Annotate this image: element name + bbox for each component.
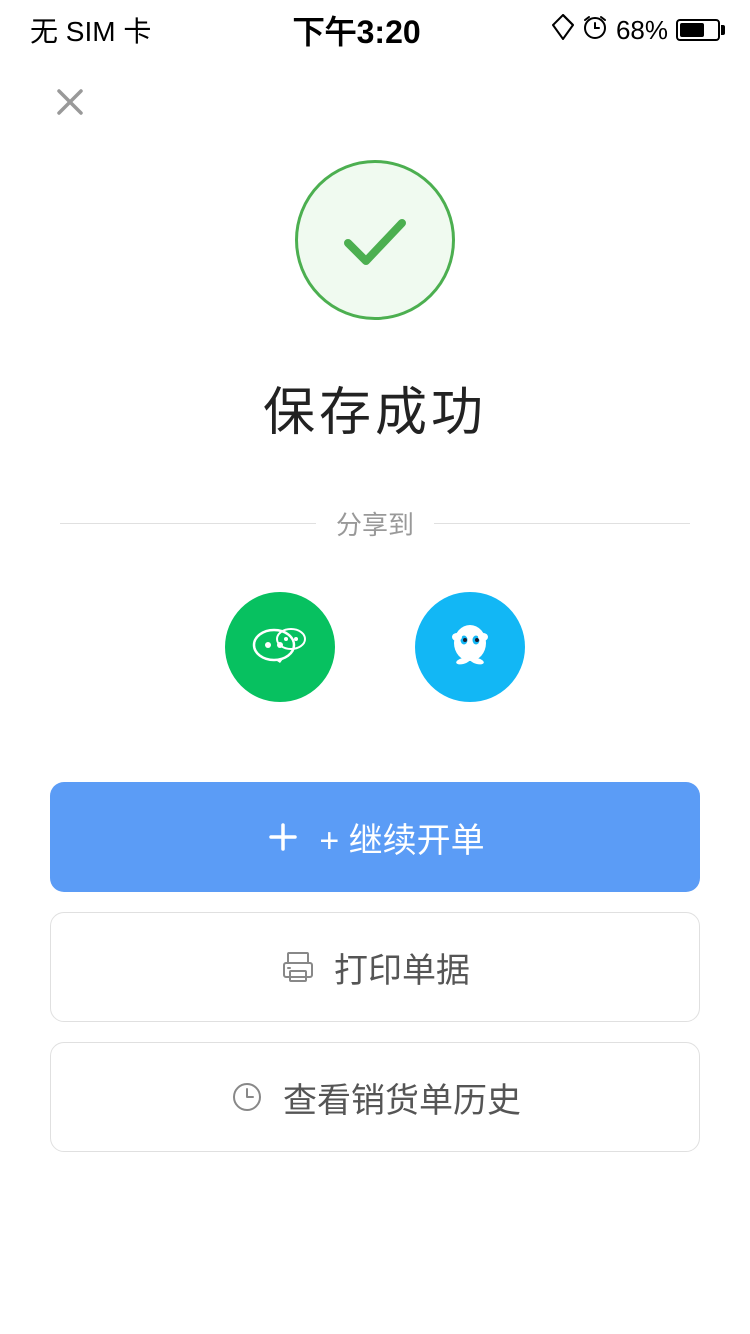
location-icon <box>552 14 574 47</box>
success-title: 保存成功 <box>263 370 487 445</box>
status-right: 68% <box>552 14 720 47</box>
history-label: 查看销货单历史 <box>283 1073 521 1122</box>
print-label: 打印单据 <box>334 943 470 992</box>
battery-icon <box>676 19 720 41</box>
share-divider: 分享到 <box>60 505 690 542</box>
battery-percent: 68% <box>616 15 668 46</box>
print-button[interactable]: 打印单据 <box>50 912 700 1022</box>
close-button[interactable] <box>40 72 100 132</box>
qq-share-button[interactable] <box>415 592 525 702</box>
continue-button[interactable]: + 继续开单 <box>50 782 700 892</box>
success-icon-circle <box>295 160 455 320</box>
history-button[interactable]: 查看销货单历史 <box>50 1042 700 1152</box>
status-bar: 无 SIM 卡 下午3:20 68% <box>0 0 750 60</box>
status-time: 下午3:20 <box>293 7 421 53</box>
continue-label: + 继续开单 <box>319 813 484 862</box>
share-icons-row <box>60 592 690 702</box>
share-section: 分享到 <box>0 505 750 702</box>
plus-icon <box>265 819 301 855</box>
status-left: 无 SIM 卡 <box>30 10 161 50</box>
printer-icon <box>280 949 316 985</box>
main-content: 保存成功 分享到 <box>0 60 750 1152</box>
qq-icon <box>438 615 502 679</box>
history-icon <box>229 1079 265 1115</box>
wechat-share-button[interactable] <box>225 592 335 702</box>
carrier-text: 无 SIM 卡 <box>30 10 151 50</box>
alarm-icon <box>582 14 608 47</box>
action-buttons: + 继续开单 打印单据 查看销货单历史 <box>0 782 750 1152</box>
divider-line-left <box>60 523 316 524</box>
wechat-icon <box>248 615 312 679</box>
share-label: 分享到 <box>336 505 414 542</box>
divider-line-right <box>434 523 690 524</box>
